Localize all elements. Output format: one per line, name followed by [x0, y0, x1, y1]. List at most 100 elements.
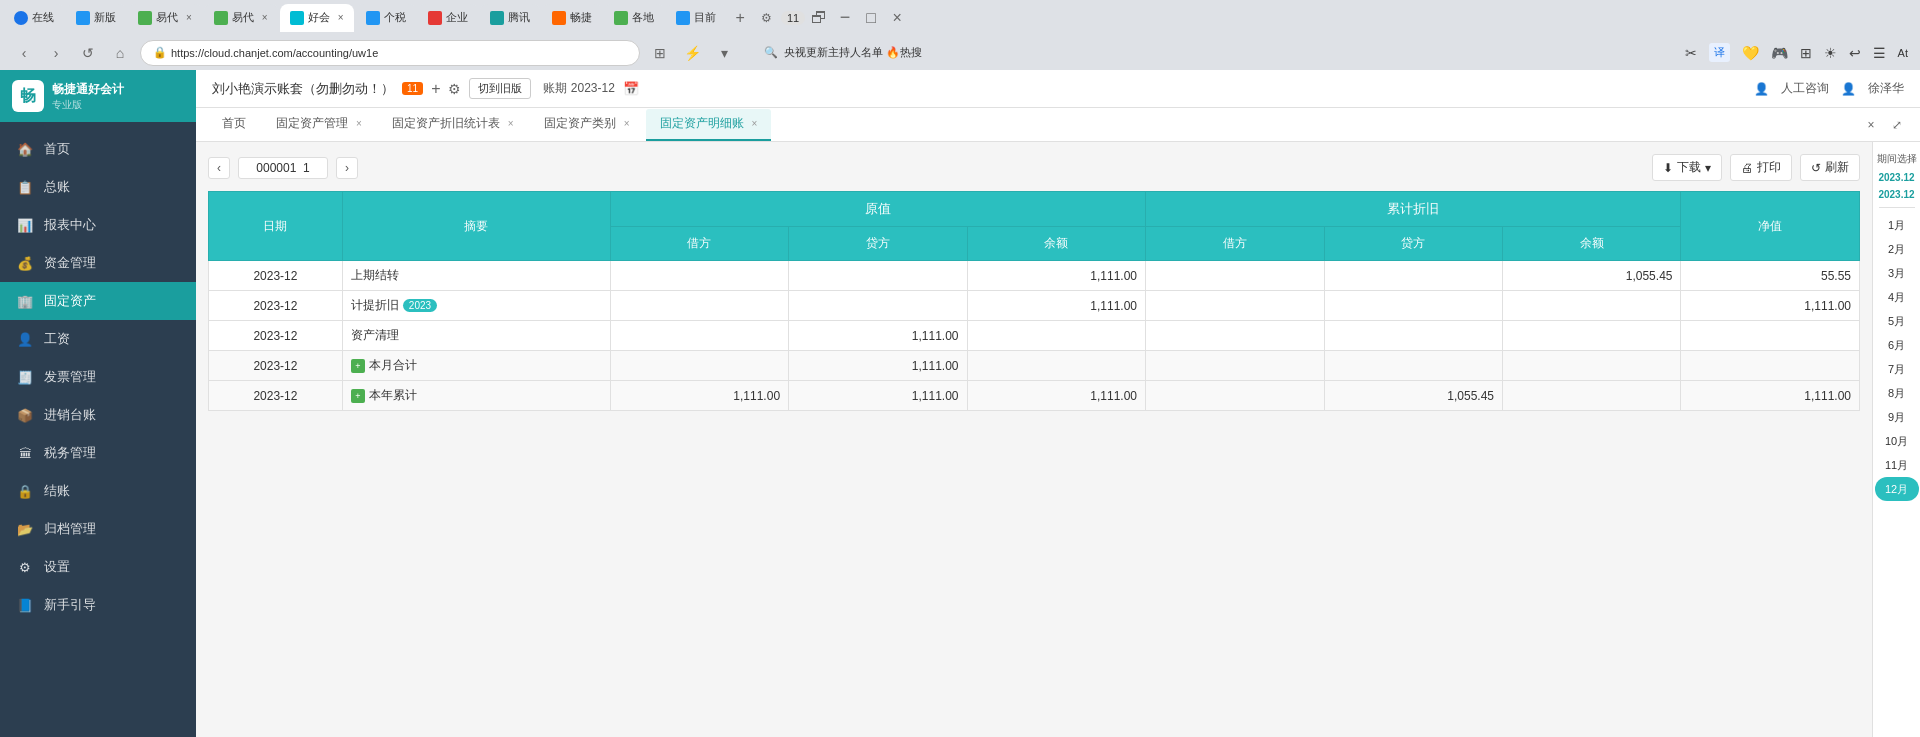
- cell-orig-credit: 1,111.00: [789, 381, 967, 411]
- sidebar-item-invoice[interactable]: 🧾 发票管理: [0, 358, 196, 396]
- search-bar[interactable]: 🔍 央视更新主持人名单 🔥热搜: [764, 45, 922, 60]
- download-button[interactable]: ⬇ 下载 ▾: [1652, 154, 1722, 181]
- period-item-9月[interactable]: 9月: [1875, 405, 1919, 429]
- tab-close-fixed-assets-cat[interactable]: ×: [624, 118, 630, 129]
- tab-close-haohui[interactable]: ×: [338, 12, 344, 23]
- scissors-icon[interactable]: ✂: [1685, 45, 1697, 61]
- game-icon[interactable]: 🎮: [1771, 45, 1788, 61]
- tab-depreciation-stat[interactable]: 固定资产折旧统计表 ×: [378, 109, 528, 141]
- period-item-5月[interactable]: 5月: [1875, 309, 1919, 333]
- browser-tab-geshui[interactable]: 个税: [356, 4, 416, 32]
- home-button[interactable]: ⌂: [108, 41, 132, 65]
- logo-text: 畅: [20, 86, 36, 107]
- tab-close-yidai1[interactable]: ×: [186, 12, 192, 23]
- download-icon: ⬇: [1663, 161, 1673, 175]
- sidebar-item-ledger-label: 总账: [44, 178, 70, 196]
- add-tab-button[interactable]: +: [728, 9, 753, 27]
- sidebar-header: 畅 畅捷通好会计 专业版: [0, 70, 196, 122]
- period-item-8月[interactable]: 8月: [1875, 381, 1919, 405]
- forward-button[interactable]: ›: [44, 41, 68, 65]
- sidebar-item-closing[interactable]: 🔒 结账: [0, 472, 196, 510]
- tab-fixed-assets-cat[interactable]: 固定资产类别 ×: [530, 109, 644, 141]
- guide-icon: 📘: [16, 596, 34, 614]
- menu-icon[interactable]: ☰: [1873, 45, 1886, 61]
- browser-tab-haohui[interactable]: 好会 ×: [280, 4, 354, 32]
- sun-icon[interactable]: ☀: [1824, 45, 1837, 61]
- next-page-button[interactable]: ›: [336, 157, 358, 179]
- sidebar-item-fixed-assets[interactable]: 🏢 固定资产: [0, 282, 196, 320]
- period-item-4月[interactable]: 4月: [1875, 285, 1919, 309]
- tab-label-xinban: 新版: [94, 10, 116, 25]
- browser-tab-yidai1[interactable]: 易代 ×: [128, 4, 202, 32]
- sidebar-item-inventory[interactable]: 📦 进销台账: [0, 396, 196, 434]
- wallet-icon[interactable]: 💛: [1742, 45, 1759, 61]
- tab-home[interactable]: 首页: [208, 109, 260, 141]
- sidebar-item-archive-label: 归档管理: [44, 520, 96, 538]
- close-all-tabs-button[interactable]: ×: [1860, 114, 1882, 136]
- prev-page-button[interactable]: ‹: [208, 157, 230, 179]
- tab-fixed-assets-ledger[interactable]: 固定资产明细账 ×: [646, 109, 772, 141]
- reports-icon: 📊: [16, 216, 34, 234]
- tab-fixed-assets-mgmt[interactable]: 固定资产管理 ×: [262, 109, 376, 141]
- sidebar-item-home[interactable]: 🏠 首页: [0, 130, 196, 168]
- cell-acc-debit: [1146, 351, 1324, 381]
- period-item-10月[interactable]: 10月: [1875, 429, 1919, 453]
- tab-close-fixed-assets-ledger[interactable]: ×: [752, 118, 758, 129]
- sidebar-item-settings[interactable]: ⚙ 设置: [0, 548, 196, 586]
- period-item-11月[interactable]: 11月: [1875, 453, 1919, 477]
- expand-tabs-button[interactable]: ⤢: [1886, 114, 1908, 136]
- sidebar-item-archive[interactable]: 📂 归档管理: [0, 510, 196, 548]
- tab-settings-icon[interactable]: ⚙: [755, 6, 779, 30]
- at-label: At: [1898, 47, 1908, 59]
- cell-orig-balance: 1,111.00: [967, 381, 1145, 411]
- sidebar-item-tax[interactable]: 🏛 税务管理: [0, 434, 196, 472]
- tab-close-depreciation-stat[interactable]: ×: [508, 118, 514, 129]
- undo-icon[interactable]: ↩: [1849, 45, 1861, 61]
- print-button[interactable]: 🖨 打印: [1730, 154, 1792, 181]
- period-item-3月[interactable]: 3月: [1875, 261, 1919, 285]
- address-input[interactable]: 🔒 https://cloud.chanjet.com/accounting/u…: [140, 40, 640, 66]
- browser-tab-zaixin[interactable]: 在线: [4, 4, 64, 32]
- help-label[interactable]: 人工咨询: [1781, 80, 1829, 97]
- browser-tab-changjie[interactable]: 畅捷: [542, 4, 602, 32]
- maximize-icon[interactable]: □: [859, 6, 883, 30]
- close-window-icon[interactable]: ×: [885, 6, 909, 30]
- cell-date: 2023-12: [209, 321, 343, 351]
- user-label[interactable]: 徐泽华: [1868, 80, 1904, 97]
- browser-tab-gedi[interactable]: 各地: [604, 4, 664, 32]
- period-item-7月[interactable]: 7月: [1875, 357, 1919, 381]
- minimize-icon[interactable]: −: [833, 6, 857, 30]
- sidebar-item-funds[interactable]: 💰 资金管理: [0, 244, 196, 282]
- expand-address-icon[interactable]: ▾: [712, 41, 736, 65]
- sidebar-item-guide[interactable]: 📘 新手引导: [0, 586, 196, 624]
- period-item-1月[interactable]: 1月: [1875, 213, 1919, 237]
- sidebar-item-ledger[interactable]: 📋 总账: [0, 168, 196, 206]
- sidebar-item-reports[interactable]: 📊 报表中心: [0, 206, 196, 244]
- sidebar-item-payroll[interactable]: 👤 工资: [0, 320, 196, 358]
- browser-tab-xinban[interactable]: 新版: [66, 4, 126, 32]
- refresh-button-toolbar[interactable]: ↺ 刷新: [1800, 154, 1860, 181]
- tab-label-geshui: 个税: [384, 10, 406, 25]
- refresh-button[interactable]: ↺: [76, 41, 100, 65]
- period-item-6月[interactable]: 6月: [1875, 333, 1919, 357]
- browser-tab-tengxun[interactable]: 腾讯: [480, 4, 540, 32]
- tab-close-fixed-assets-mgmt[interactable]: ×: [356, 118, 362, 129]
- tab-close-yidai2[interactable]: ×: [262, 12, 268, 23]
- restore-window-icon[interactable]: 🗗: [807, 6, 831, 30]
- translate-icon[interactable]: 译: [1709, 43, 1730, 62]
- back-button[interactable]: ‹: [12, 41, 36, 65]
- cell-acc-credit: [1324, 321, 1502, 351]
- add-account-icon[interactable]: +: [431, 80, 440, 98]
- settings-dot-icon[interactable]: ⚙: [448, 81, 461, 97]
- period-item-2月[interactable]: 2月: [1875, 237, 1919, 261]
- period-item-12月[interactable]: 12月: [1875, 477, 1919, 501]
- lightning-icon[interactable]: ⚡: [680, 41, 704, 65]
- browser-tab-muqian[interactable]: 目前: [666, 4, 726, 32]
- page-number-input[interactable]: [238, 157, 328, 179]
- browser-tab-yidai2[interactable]: 易代 ×: [204, 4, 278, 32]
- browser-tab-qiye[interactable]: 企业: [418, 4, 478, 32]
- grid-icon[interactable]: ⊞: [1800, 45, 1812, 61]
- extension-icon[interactable]: ⊞: [648, 41, 672, 65]
- switch-version-button[interactable]: 切到旧版: [469, 78, 531, 99]
- calendar-icon[interactable]: 📅: [623, 81, 639, 96]
